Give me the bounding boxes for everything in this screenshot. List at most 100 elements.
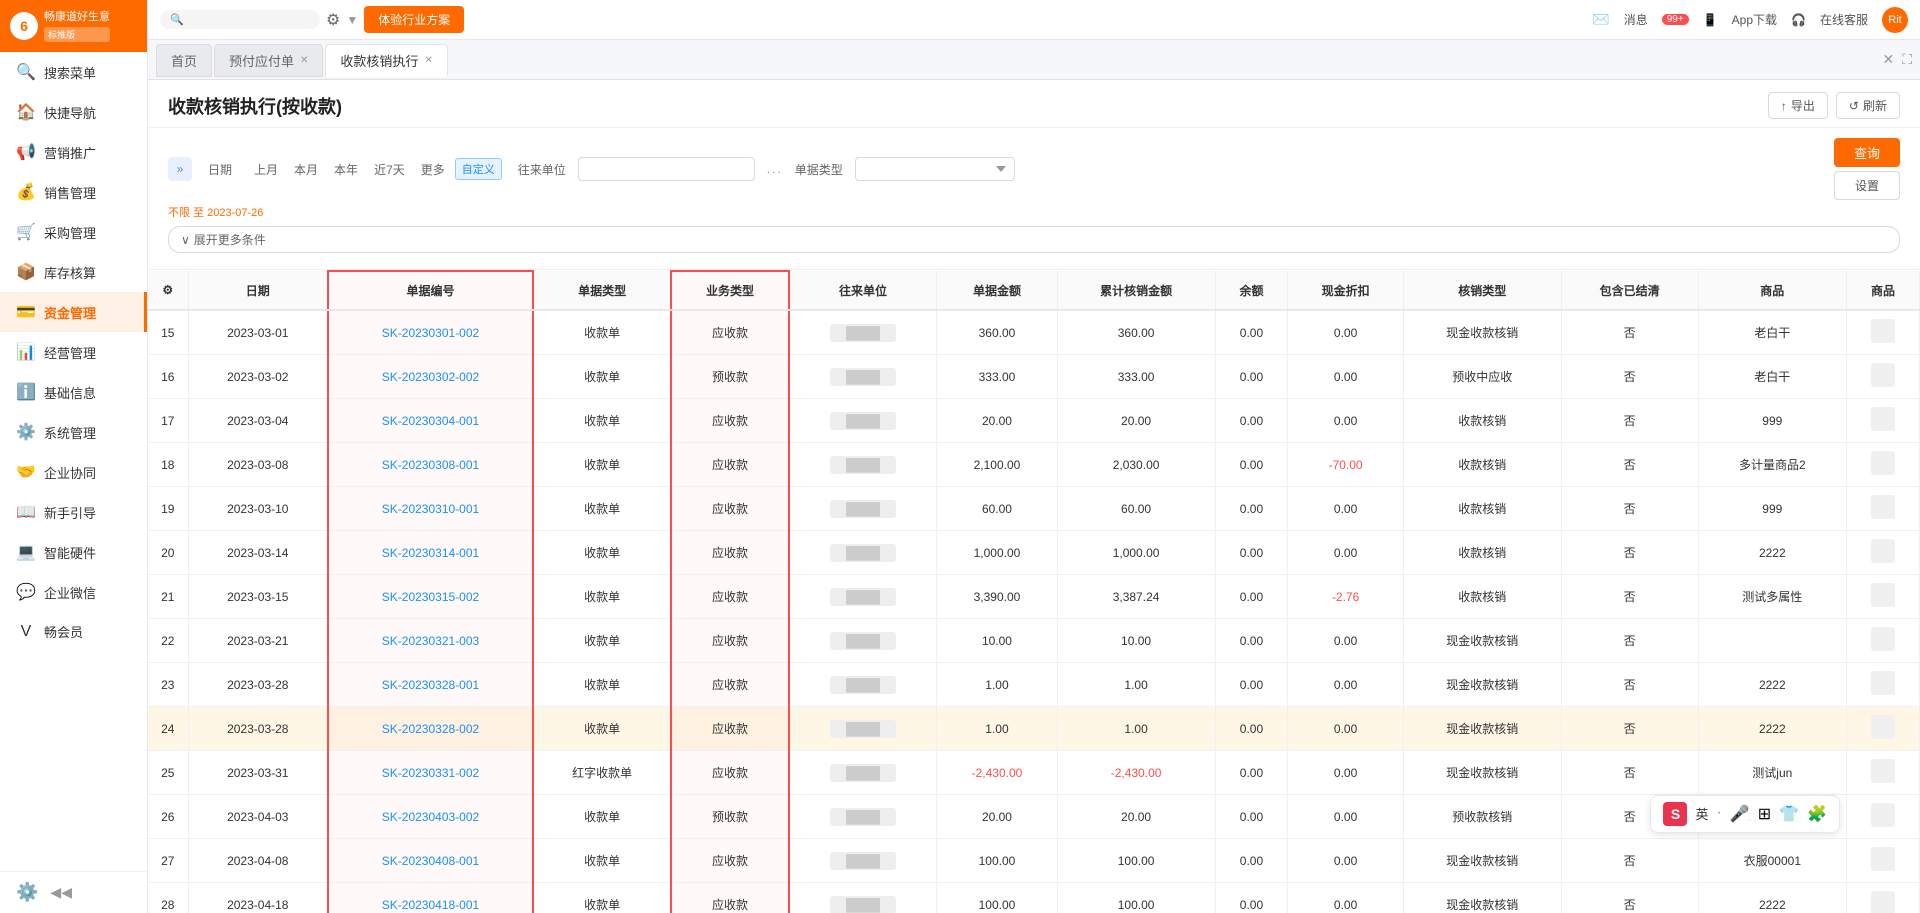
cell-writeoff_amount: 2,030.00 xyxy=(1057,443,1215,487)
date-this-year-btn[interactable]: 本年 xyxy=(328,158,364,180)
industry-solution-button[interactable]: 体验行业方案 xyxy=(364,6,464,33)
docno-link[interactable]: SK-20230403-002 xyxy=(382,810,479,824)
message-label[interactable]: 消息 xyxy=(1624,11,1648,28)
docno-link[interactable]: SK-20230314-001 xyxy=(382,546,479,560)
docno-link[interactable]: SK-20230308-001 xyxy=(382,458,479,472)
goods-thumbnail xyxy=(1871,847,1895,871)
sidebar-label-sales: 销售管理 xyxy=(44,183,96,202)
sidebar-label-quicknav: 快捷导航 xyxy=(44,103,96,122)
cell-date: 2023-03-14 xyxy=(188,531,328,575)
doctype-filter-select[interactable] xyxy=(855,157,1015,181)
cell-discount: 0.00 xyxy=(1288,399,1403,443)
cell-partner: ████ xyxy=(789,751,937,795)
page-title: 收款核销执行(按收款) xyxy=(168,93,342,119)
cell-partner: ████ xyxy=(789,663,937,707)
expand-more-button[interactable]: ∨ 展开更多条件 xyxy=(168,226,1900,253)
docno-link[interactable]: SK-20230301-002 xyxy=(382,326,479,340)
sidebar-item-coop[interactable]: 🤝企业协同 xyxy=(0,452,147,492)
chevron-down-icon: ∨ xyxy=(181,233,190,247)
docno-link[interactable]: SK-20230418-001 xyxy=(382,898,479,912)
settings-icon[interactable]: ⚙️ xyxy=(16,882,38,903)
docno-link[interactable]: SK-20230408-001 xyxy=(382,854,479,868)
online-service-label[interactable]: 在线客服 xyxy=(1820,11,1868,28)
date-custom-btn[interactable]: 自定义 xyxy=(455,158,502,180)
collapse-icon[interactable]: ◀◀ xyxy=(50,884,72,901)
sidebar-icon-system: ⚙️ xyxy=(16,422,36,442)
sidebar-item-member[interactable]: V畅会员 xyxy=(0,612,147,651)
refresh-button[interactable]: ↺ 刷新 xyxy=(1836,92,1900,119)
date-more-btn[interactable]: 更多 xyxy=(415,158,451,180)
docno-link[interactable]: SK-20230310-001 xyxy=(382,502,479,516)
cell-doctype: 收款单 xyxy=(533,443,671,487)
cell-include_settled: 否 xyxy=(1561,310,1698,355)
tab-prepay[interactable]: 预付应付单✕ xyxy=(214,44,323,77)
query-button[interactable]: 查询 xyxy=(1834,138,1900,167)
user-avatar[interactable]: Rit xyxy=(1882,7,1908,33)
tab-close-prepay[interactable]: ✕ xyxy=(300,55,308,66)
app-download-label[interactable]: App下载 xyxy=(1732,11,1777,28)
topbar-chevron-icon[interactable]: ▼ xyxy=(346,13,358,27)
cell-balance: 0.00 xyxy=(1215,663,1288,707)
date-this-month-btn[interactable]: 本月 xyxy=(288,158,324,180)
docno-link[interactable]: SK-20230328-002 xyxy=(382,722,479,736)
cell-biztype: 预收款 xyxy=(671,355,788,399)
col-header-doctype: 单据类型 xyxy=(533,271,671,310)
sidebar-item-marketing[interactable]: 📢 营销推广 xyxy=(0,132,147,172)
filter-settings-button[interactable]: 设置 xyxy=(1834,171,1900,200)
cell-goods: 测试jun xyxy=(1698,751,1847,795)
partner-masked: ████ xyxy=(830,412,896,430)
docno-link[interactable]: SK-20230315-002 xyxy=(382,590,479,604)
goods-thumbnail xyxy=(1871,671,1895,695)
tab-maximize-icon[interactable]: ⛶ xyxy=(1902,51,1912,68)
export-button[interactable]: ↑ 导出 xyxy=(1768,92,1828,119)
sidebar-item-sales[interactable]: 💰销售管理 xyxy=(0,172,147,212)
tab-home[interactable]: 首页 xyxy=(156,44,212,77)
filter-expand-button[interactable]: » xyxy=(168,157,192,181)
sidebar-item-wechat[interactable]: 💬企业微信 xyxy=(0,572,147,612)
sidebar-item-system[interactable]: ⚙️系统管理 xyxy=(0,412,147,452)
topbar-search-box[interactable]: 🔍 xyxy=(160,10,320,29)
message-icon[interactable]: ✉️ xyxy=(1592,11,1609,28)
table-row: 232023-03-28SK-20230328-001收款单应收款████1.0… xyxy=(148,663,1920,707)
partner-filter-label: 往来单位 xyxy=(518,161,566,178)
tab-close-icon[interactable]: ✕ xyxy=(1882,51,1894,68)
cell-date: 2023-03-21 xyxy=(188,619,328,663)
cell-writeoff_amount: 20.00 xyxy=(1057,399,1215,443)
cell-date: 2023-03-08 xyxy=(188,443,328,487)
sidebar-item-operation[interactable]: 📊经营管理 xyxy=(0,332,147,372)
cell-include_settled: 否 xyxy=(1561,883,1698,913)
sidebar-item-finance[interactable]: 💳 资金管理 xyxy=(0,292,147,332)
sidebar-label-finance: 资金管理 xyxy=(44,303,96,322)
sidebar-label-marketing: 营销推广 xyxy=(44,143,96,162)
sidebar-icon-marketing: 📢 xyxy=(16,142,36,162)
cell-goods2 xyxy=(1847,531,1920,575)
sidebar-item-basic[interactable]: ℹ️基础信息 xyxy=(0,372,147,412)
cell-balance: 0.00 xyxy=(1215,310,1288,355)
tab-collection[interactable]: 收款核销执行✕ xyxy=(325,44,447,77)
partner-masked: ████ xyxy=(830,588,896,606)
docno-link[interactable]: SK-20230331-002 xyxy=(382,766,479,780)
sidebar-item-inventory[interactable]: 📦库存核算 xyxy=(0,252,147,292)
partner-filter-input[interactable] xyxy=(578,157,755,181)
tab-close-collection[interactable]: ✕ xyxy=(424,55,432,66)
sidebar-icon-finance: 💳 xyxy=(16,302,36,322)
sidebar-item-guide[interactable]: 📖新手引导 xyxy=(0,492,147,532)
date-last-month-btn[interactable]: 上月 xyxy=(248,158,284,180)
docno-link[interactable]: SK-20230304-001 xyxy=(382,414,479,428)
docno-link[interactable]: SK-20230328-001 xyxy=(382,678,479,692)
topbar-gear-icon[interactable]: ⚙ xyxy=(326,10,340,30)
partner-masked: ████ xyxy=(830,896,896,913)
cell-partner: ████ xyxy=(789,399,937,443)
cell-rownum: 26 xyxy=(148,795,188,839)
sidebar-item-quicknav[interactable]: 🏠快捷导航 xyxy=(0,92,147,132)
docno-link[interactable]: SK-20230302-002 xyxy=(382,370,479,384)
cell-goods2 xyxy=(1847,487,1920,531)
docno-link[interactable]: SK-20230321-003 xyxy=(382,634,479,648)
date-7days-btn[interactable]: 近7天 xyxy=(368,158,411,180)
cell-balance: 0.00 xyxy=(1215,575,1288,619)
sidebar-item-search[interactable]: 🔍搜索菜单 xyxy=(0,52,147,92)
cell-goods2 xyxy=(1847,707,1920,751)
sidebar-item-hardware[interactable]: 💻智能硬件 xyxy=(0,532,147,572)
sidebar-item-purchase[interactable]: 🛒采购管理 xyxy=(0,212,147,252)
cell-include_settled: 否 xyxy=(1561,575,1698,619)
